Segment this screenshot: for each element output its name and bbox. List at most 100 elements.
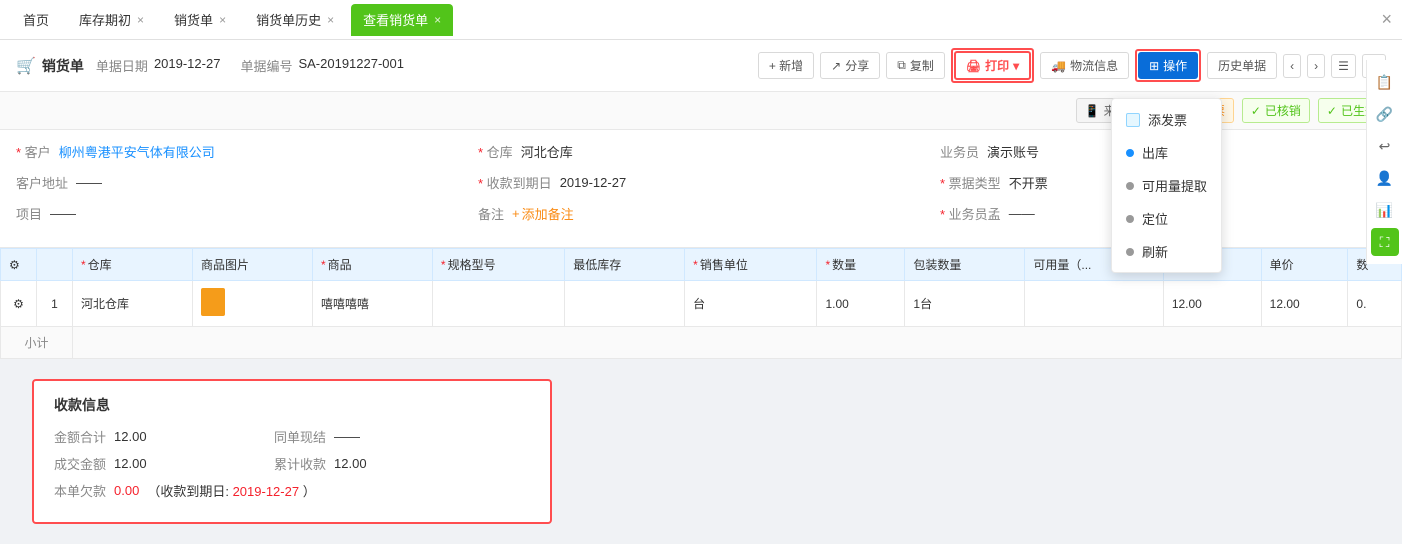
col-spec: *规格型号 [432,249,564,281]
close-inventory-init[interactable]: × [137,13,144,27]
owe-item: 本单欠款 0.00 （收款到期日: 2019-12-27 ） [54,481,316,500]
confirm-btn[interactable]: ✓ 已核销 [1242,98,1310,123]
col-warehouse: *仓库 [73,249,193,281]
right-sidebar: 📋 🔗 ↩ 👤 📊 ⛶ [1366,60,1402,264]
cell-current: 12.00 [1163,281,1261,327]
doc-header: 🛒 销货单 单据日期 2019-12-27 单据编号 SA-20191227-0… [0,40,1402,92]
warehouse-field: 仓库 河北仓库 [478,142,924,161]
product-image [201,288,225,316]
share-icon: ↗ [831,59,841,73]
dropdown-locate[interactable]: 定位 [1112,202,1221,235]
summary-row-2: 成交金额 12.00 累计收款 12.00 [54,454,530,473]
add-note-btn[interactable]: + 添加备注 [512,204,574,223]
dropdown-available[interactable]: 可用量提取 [1112,169,1221,202]
cell-min-stock [565,281,685,327]
sidebar-icon-link[interactable]: 🔗 [1371,100,1399,128]
doc-title: 🛒 销货单 [16,56,84,76]
doc-icon: 🛒 [16,56,36,76]
summary-box: 收款信息 金额合计 12.00 同单现结 —— 成交金额 12.00 累计收款 … [32,379,552,524]
dropdown-add-invoice[interactable]: 添发票 [1112,103,1221,136]
close-sales-history[interactable]: × [327,13,334,27]
cell-warehouse: 河北仓库 [73,281,193,327]
cell-subtotal-label: 小计 [1,327,73,359]
share-button[interactable]: ↗ 分享 [820,52,880,79]
refresh-dot-icon [1126,248,1134,256]
dropdown-outbound[interactable]: 出库 [1112,136,1221,169]
logistics-icon: 🚚 [1051,59,1066,73]
address-field: 客户地址 —— [16,173,462,192]
cell-amount: 0. [1348,281,1402,327]
col-image: 商品图片 [192,249,312,281]
subtotal-row: 小计 [1,327,1402,359]
prev-button[interactable]: ‹ [1283,54,1301,78]
due-date-field: 收款到期日 2019-12-27 [478,173,924,192]
sidebar-icon-back[interactable]: ↩ [1371,132,1399,160]
cell-qty: 1.00 [817,281,905,327]
customer-field: 客户 柳州粤港平安气体有限公司 [16,142,462,161]
dropdown-refresh[interactable]: 刷新 [1112,235,1221,268]
check-icon: ✓ [1251,104,1261,118]
sidebar-icon-chart[interactable]: 📊 [1371,196,1399,224]
cell-gear[interactable]: ⚙ [1,281,37,327]
summary-row-1: 金额合计 12.00 同单现结 —— [54,427,530,446]
list-view-button[interactable]: ☰ [1331,54,1356,78]
cell-no: 1 [37,281,73,327]
print-dropdown-arrow: ▾ [1013,59,1019,73]
col-qty: *数量 [817,249,905,281]
operate-icon: ⊞ [1149,59,1159,73]
tab-bar: 首页 库存期初 × 销货单 × 销货单历史 × 查看销货单 × × [0,0,1402,40]
col-pkg-qty: 包装数量 [905,249,1025,281]
cell-pkg-qty: 1台 [905,281,1025,327]
col-gear: ⚙ [1,249,37,281]
mobile-icon: 📱 [1085,104,1100,118]
tab-inventory-init[interactable]: 库存期初 × [66,4,157,36]
cell-spec [432,281,564,327]
summary-area: 收款信息 金额合计 12.00 同单现结 —— 成交金额 12.00 累计收款 … [0,359,1402,544]
window-close-btn[interactable]: × [1381,9,1392,30]
note-field: 备注 + 添加备注 [478,204,924,223]
cell-product: 嘻嘻嘻嘻 [312,281,432,327]
col-product: *商品 [312,249,432,281]
sidebar-icon-expand[interactable]: ⛶ [1371,228,1399,256]
cell-price: 12.00 [1261,281,1348,327]
total-item: 金额合计 12.00 [54,427,234,446]
summary-title: 收款信息 [54,395,530,415]
effective-icon: ✓ [1327,104,1337,118]
cell-image [192,281,312,327]
operate-highlight: ⊞ 操作 [1135,49,1201,82]
close-sales-order[interactable]: × [219,13,226,27]
table-row: ⚙ 1 河北仓库 嘻嘻嘻嘻 台 1.00 1台 12.00 12.00 0. [1,281,1402,327]
operate-button[interactable]: ⊞ 操作 [1138,52,1198,79]
new-button[interactable]: + 新增 [758,52,814,79]
close-view-sales[interactable]: × [434,13,441,27]
outbound-dot-icon [1126,149,1134,157]
history-button[interactable]: 历史单据 [1207,52,1277,79]
deal-item: 成交金额 12.00 [54,454,234,473]
invoice-square-icon [1126,113,1140,127]
cell-available [1025,281,1163,327]
col-unit: *销售单位 [685,249,817,281]
summary-row-3: 本单欠款 0.00 （收款到期日: 2019-12-27 ） [54,481,530,500]
print-button[interactable]: 🖨 打印 ▾ [954,51,1031,80]
tab-sales-order[interactable]: 销货单 × [161,4,239,36]
next-button[interactable]: › [1307,54,1325,78]
col-price: 单价 [1261,249,1348,281]
plus-icon: + [512,206,520,221]
cell-unit: 台 [685,281,817,327]
doc-meta: 单据日期 2019-12-27 单据编号 SA-20191227-001 [96,56,404,75]
locate-dot-icon [1126,215,1134,223]
project-field: 项目 —— [16,204,462,223]
tab-home[interactable]: 首页 [10,4,62,36]
settle-item: 同单现结 —— [274,427,454,446]
col-min-stock: 最低库存 [565,249,685,281]
sidebar-icon-doc[interactable]: 📋 [1371,68,1399,96]
tab-view-sales[interactable]: 查看销货单 × [351,4,453,36]
sidebar-icon-user[interactable]: 👤 [1371,164,1399,192]
cell-subtotal-empty [73,327,1402,359]
tab-sales-history[interactable]: 销货单历史 × [243,4,347,36]
available-dot-icon [1126,182,1134,190]
logistics-button[interactable]: 🚚 物流信息 [1040,52,1129,79]
copy-button[interactable]: ⧉ 复制 [886,52,945,79]
print-icon: 🖨 [966,59,981,73]
operate-dropdown: 添发票 出库 可用量提取 定位 刷新 [1111,98,1222,273]
